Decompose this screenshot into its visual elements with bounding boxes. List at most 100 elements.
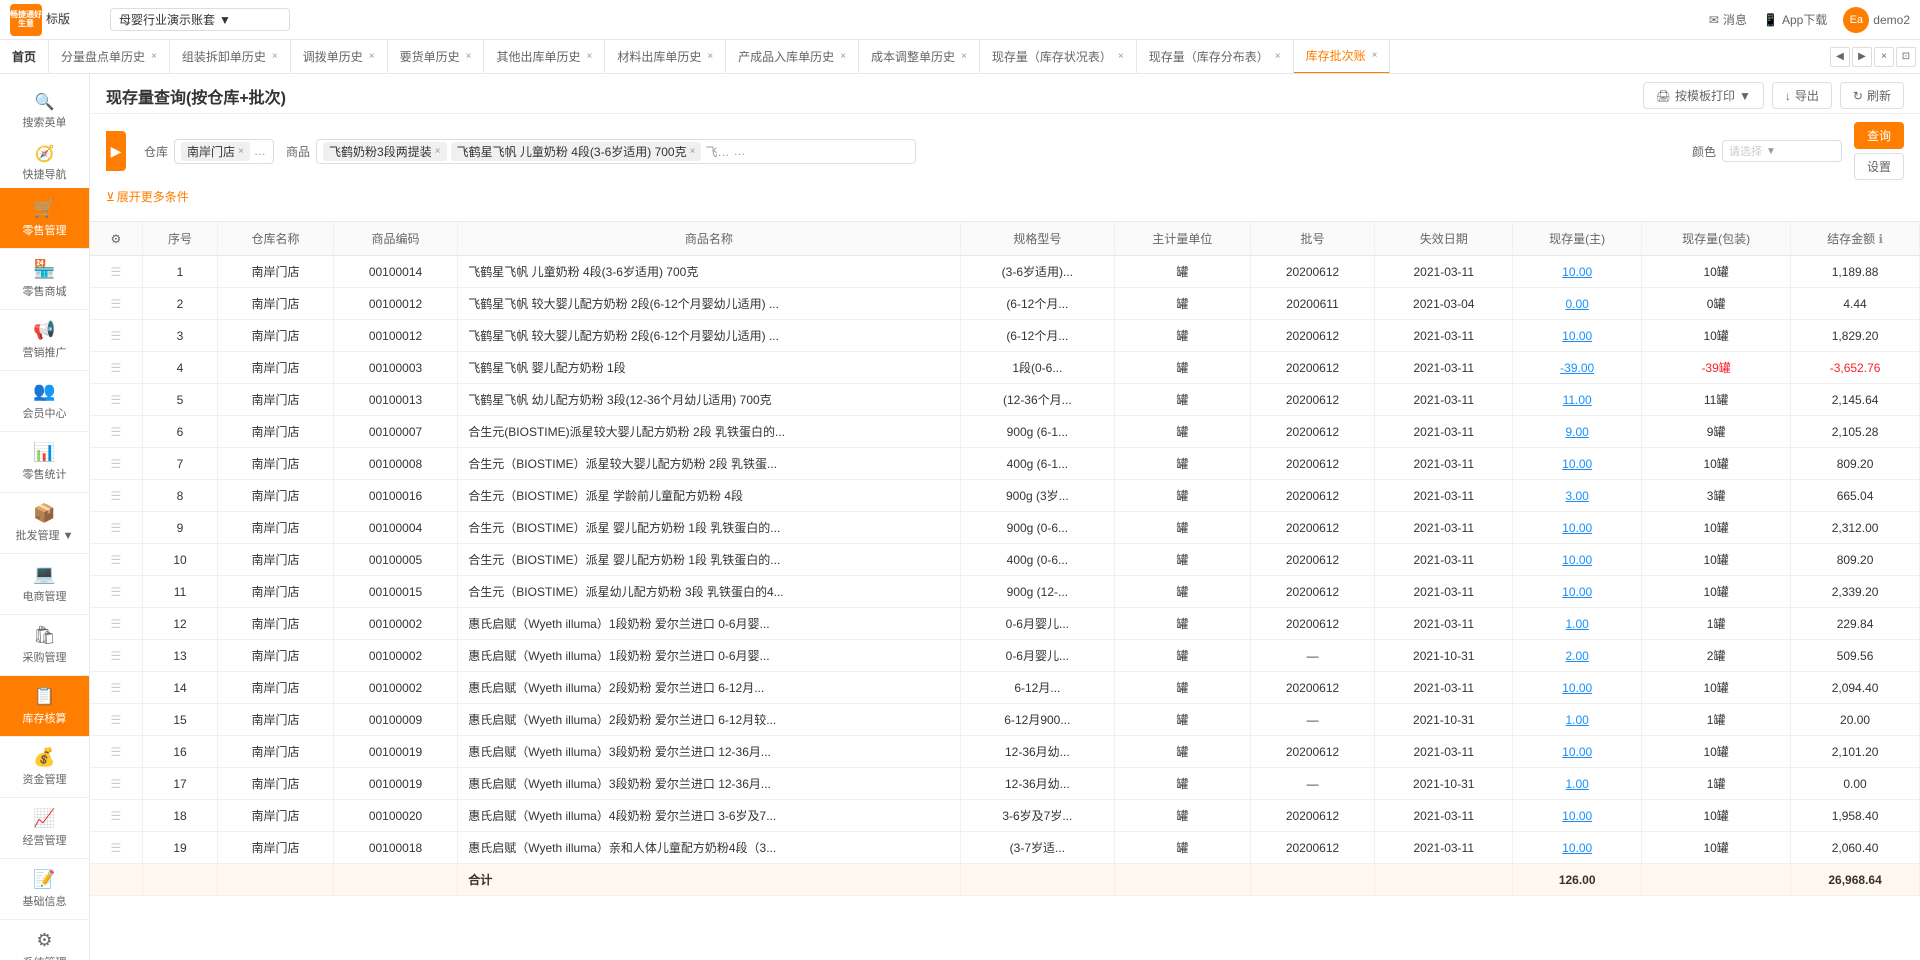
row-name: 飞鹤星飞帆 较大婴儿配方奶粉 2段(6-12个月婴幼儿适用) ... xyxy=(458,288,960,320)
tab-zu-chai[interactable]: 组装拆卸单历史 × xyxy=(170,40,291,74)
row-name: 飞鹤星飞帆 较大婴儿配方奶粉 2段(6-12个月婴幼儿适用) ... xyxy=(458,320,960,352)
close-icon[interactable]: × xyxy=(586,51,592,62)
expand-button[interactable]: ▶ xyxy=(106,131,126,171)
sidebar-item-inventory[interactable]: 📋 库存核算 xyxy=(0,676,89,737)
row-setting-icon[interactable]: ☰ xyxy=(111,457,122,471)
warehouse-tag-container[interactable]: 南岸门店 × … xyxy=(174,139,274,164)
close-icon[interactable]: × xyxy=(1275,51,1281,62)
row-batch: 20200612 xyxy=(1250,544,1375,576)
row-name: 惠氏启赋（Wyeth illuma）4段奶粉 爱尔兰进口 3-6岁及7... xyxy=(458,800,960,832)
close-icon[interactable]: × xyxy=(369,51,375,62)
tab-xian-cun-ku[interactable]: 现存量（库存状况表） × xyxy=(980,40,1137,74)
warehouse-more[interactable]: … xyxy=(254,144,266,158)
product-2-close-icon[interactable]: × xyxy=(690,146,696,157)
close-icon[interactable]: × xyxy=(272,51,278,62)
sidebar-item-pifa[interactable]: 📦 批发管理 ▼ xyxy=(0,493,89,554)
close-icon[interactable]: × xyxy=(1118,51,1124,62)
color-chevron-icon: ▼ xyxy=(1766,146,1776,157)
tab-chan-pin[interactable]: 产成品入库单历史 × xyxy=(726,40,859,74)
row-setting-icon[interactable]: ☰ xyxy=(111,745,122,759)
row-setting-icon[interactable]: ☰ xyxy=(111,617,122,631)
row-setting-icon[interactable]: ☰ xyxy=(111,681,122,695)
row-code: 00100003 xyxy=(333,352,458,384)
tab-qi-ta-chu[interactable]: 其他出库单历史 × xyxy=(484,40,605,74)
tab-cai-liao[interactable]: 材料出库单历史 × xyxy=(605,40,726,74)
settings-icon[interactable]: ⚙ xyxy=(111,232,122,246)
row-setting-icon[interactable]: ☰ xyxy=(111,489,122,503)
product-1-close-icon[interactable]: × xyxy=(435,146,441,157)
row-setting-icon[interactable]: ☰ xyxy=(111,841,122,855)
store-selector[interactable]: 母婴行业演示账套 ▼ xyxy=(110,8,290,31)
row-setting-icon[interactable]: ☰ xyxy=(111,265,122,279)
nav-close-button[interactable]: × xyxy=(1874,47,1894,67)
close-icon[interactable]: × xyxy=(707,51,713,62)
user-area[interactable]: Ea demo2 xyxy=(1843,7,1910,33)
row-setting-icon[interactable]: ☰ xyxy=(111,649,122,663)
product-more[interactable]: 飞… xyxy=(705,143,729,160)
close-icon[interactable]: × xyxy=(151,51,157,62)
tab-fen-pan[interactable]: 分量盘点单历史 × xyxy=(49,40,170,74)
sidebar-item-system[interactable]: ⚙ 系统管理 xyxy=(0,920,89,960)
sidebar-item-marketing[interactable]: 📢 营销推广 xyxy=(0,310,89,371)
nav-next-button[interactable]: ▶ xyxy=(1852,47,1872,67)
row-setting-icon[interactable]: ☰ xyxy=(111,297,122,311)
row-setting-icon[interactable]: ☰ xyxy=(111,585,122,599)
row-expire: 2021-03-11 xyxy=(1375,576,1513,608)
product-tag-container[interactable]: 飞鹤奶粉3段两提装 × 飞鹤星飞帆 儿童奶粉 4段(3-6岁适用) 700克 ×… xyxy=(316,139,916,164)
tab-xian-cun-fb[interactable]: 现存量（库存分布表） × xyxy=(1137,40,1294,74)
sidebar-item-basic[interactable]: 📝 基础信息 xyxy=(0,859,89,920)
sidebar-item-ecom[interactable]: 💻 电商管理 xyxy=(0,554,89,615)
row-amount: 809.20 xyxy=(1791,544,1920,576)
row-setting-icon[interactable]: ☰ xyxy=(111,777,122,791)
sidebar-item-member[interactable]: 👥 会员中心 xyxy=(0,371,89,432)
nav-expand-button[interactable]: ⊡ xyxy=(1896,47,1916,67)
row-setting-icon[interactable]: ☰ xyxy=(111,393,122,407)
message-button[interactable]: ✉ 消息 xyxy=(1709,11,1747,28)
warehouse-close-icon[interactable]: × xyxy=(238,146,244,157)
row-no: 1 xyxy=(142,256,217,288)
app-download-button[interactable]: 📱 App下载 xyxy=(1763,11,1827,28)
sidebar-item-lingshop[interactable]: 🏪 零售商城 xyxy=(0,249,89,310)
color-filter-container[interactable]: 请选择 ▼ xyxy=(1722,140,1842,162)
row-setting-icon[interactable]: ☰ xyxy=(111,553,122,567)
expand-more-button[interactable]: ⊻ 展开更多条件 xyxy=(106,184,1904,209)
row-setting-icon[interactable]: ☰ xyxy=(111,361,122,375)
close-icon[interactable]: × xyxy=(961,51,967,62)
tab-cheng-ben[interactable]: 成本调整单历史 × xyxy=(859,40,980,74)
logo-icon: 畅捷通好生意 xyxy=(10,4,42,36)
row-setting-icon[interactable]: ☰ xyxy=(111,425,122,439)
settings-btn[interactable]: 设置 xyxy=(1854,153,1904,180)
sidebar-item-management[interactable]: 📈 经营管理 xyxy=(0,798,89,859)
row-setting-icon[interactable]: ☰ xyxy=(111,329,122,343)
row-setting-icon[interactable]: ☰ xyxy=(111,521,122,535)
refresh-icon: ↻ xyxy=(1853,89,1863,103)
query-button[interactable]: 查询 xyxy=(1854,122,1904,149)
row-setting-icon[interactable]: ☰ xyxy=(111,809,122,823)
row-no: 9 xyxy=(142,512,217,544)
sidebar-item-purchase[interactable]: 🛍 采购管理 xyxy=(0,615,89,676)
row-expire: 2021-03-11 xyxy=(1375,608,1513,640)
print-button[interactable]: 🖨 按模板打印 ▼ xyxy=(1643,82,1764,109)
sidebar-item-finance[interactable]: 💰 资金管理 xyxy=(0,737,89,798)
tab-ku-cun-pi[interactable]: 库存批次账 × xyxy=(1294,40,1391,74)
row-setting-icon[interactable]: ☰ xyxy=(111,713,122,727)
row-no: 13 xyxy=(142,640,217,672)
row-amount: 2,339.20 xyxy=(1791,576,1920,608)
row-name: 惠氏启赋（Wyeth illuma）亲和人体儿童配方奶粉4段（3... xyxy=(458,832,960,864)
sidebar-item-lingstats[interactable]: 📊 零售统计 xyxy=(0,432,89,493)
nav-prev-button[interactable]: ◀ xyxy=(1830,47,1850,67)
search-area[interactable]: 🔍 搜索英单 xyxy=(0,84,89,138)
sidebar-item-lingshow[interactable]: 🛒 零售管理 xyxy=(0,188,89,249)
shop-icon: 🏪 xyxy=(33,259,55,280)
tab-home[interactable]: 首页 xyxy=(0,40,49,74)
tab-diao-bo[interactable]: 调拨单历史 × xyxy=(291,40,388,74)
tab-yao-huo[interactable]: 要货单历史 × xyxy=(388,40,485,74)
quick-nav[interactable]: 🧭 快捷导航 xyxy=(0,138,89,188)
row-unit: 罐 xyxy=(1115,672,1251,704)
refresh-button[interactable]: ↻ 刷新 xyxy=(1840,82,1904,109)
close-icon[interactable]: × xyxy=(1372,50,1378,61)
export-button[interactable]: ↓ 导出 xyxy=(1772,82,1832,109)
close-icon[interactable]: × xyxy=(466,51,472,62)
product-dots[interactable]: … xyxy=(733,144,745,158)
close-icon[interactable]: × xyxy=(840,51,846,62)
